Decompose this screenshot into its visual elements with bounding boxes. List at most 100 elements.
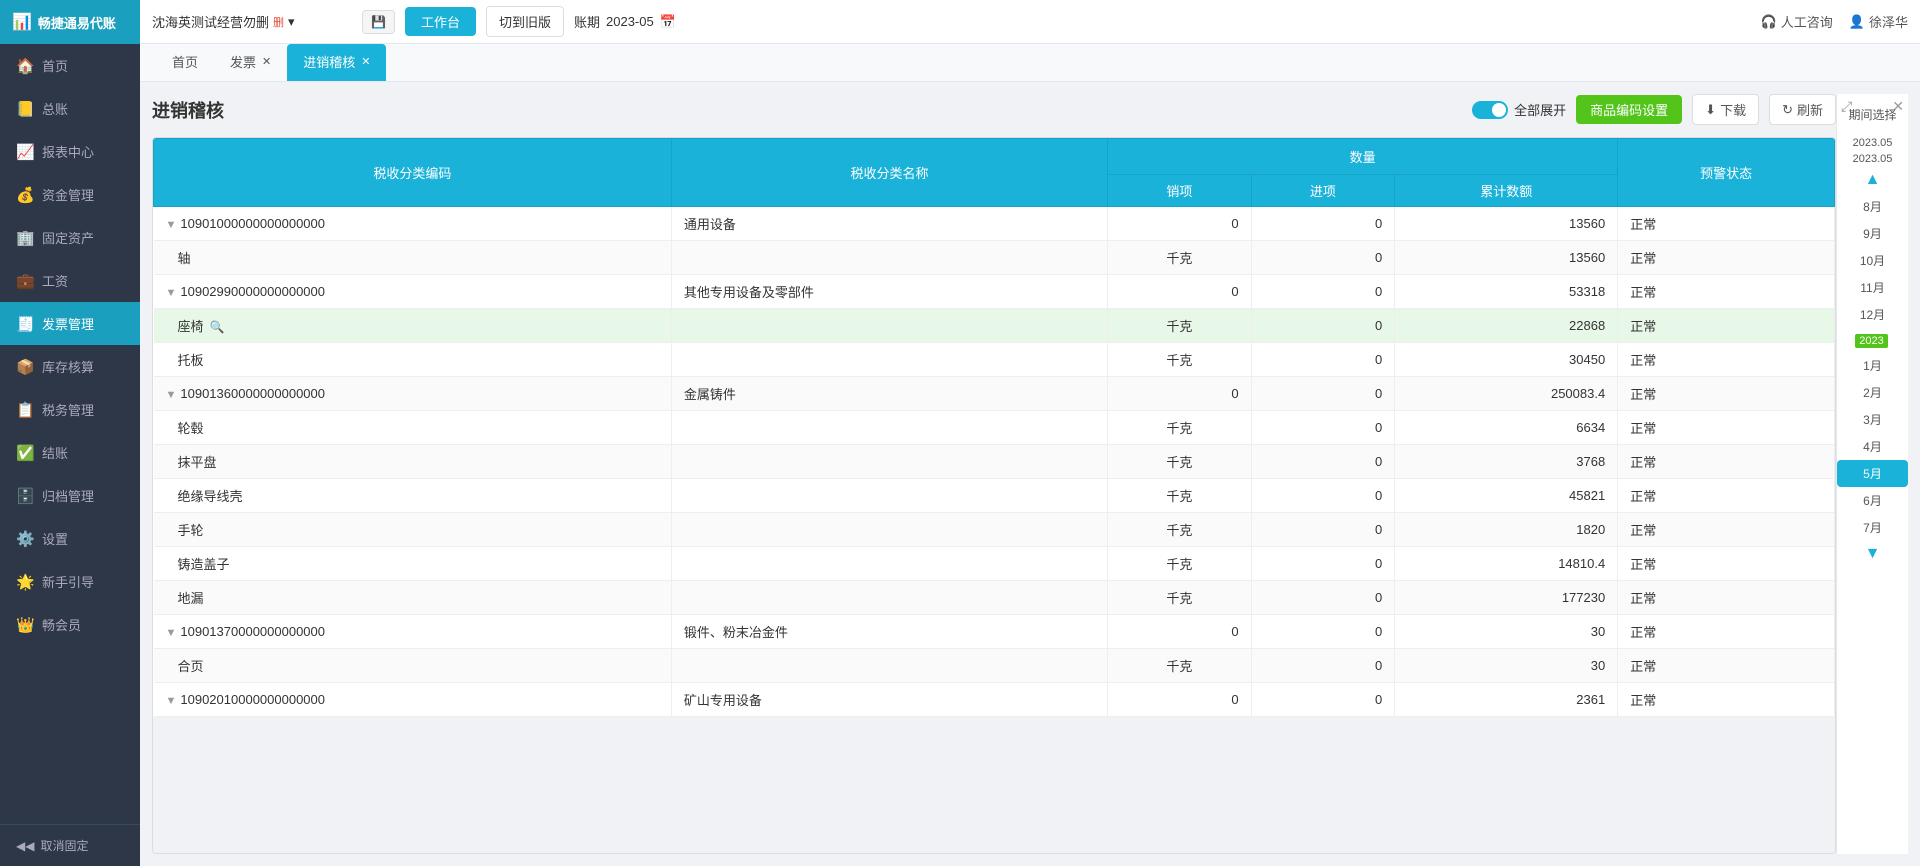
period-item-6[interactable]: 6月 xyxy=(1837,487,1908,514)
calendar-icon[interactable]: 📅 xyxy=(660,14,676,30)
row-unit: 千克 xyxy=(1108,581,1252,615)
switch-version-button[interactable]: 切到旧版 xyxy=(486,6,564,37)
sidebar-item-ledger[interactable]: 📒 总账 xyxy=(0,87,140,130)
sidebar-item-tax[interactable]: 📋 税务管理 xyxy=(0,388,140,431)
sidebar-item-inventory[interactable]: 📦 库存核算 xyxy=(0,345,140,388)
row-code: ▼10902990000000000000 xyxy=(154,275,672,309)
sidebar-item-label: 新手引导 xyxy=(42,572,94,591)
sidebar-item-invoice[interactable]: 🧾 发票管理 xyxy=(0,302,140,345)
table-row: 轮毂 千克 0 6634 正常 xyxy=(154,411,1835,445)
company-delete-tag: 删 xyxy=(273,14,284,30)
expand-icon[interactable]: ▼ xyxy=(166,627,177,639)
sidebar-item-reports[interactable]: 📈 报表中心 xyxy=(0,130,140,173)
table-row: 地漏 千克 0 177230 正常 xyxy=(154,581,1835,615)
row-name xyxy=(671,309,1107,343)
expand-icon[interactable]: ▼ xyxy=(166,287,177,299)
row-code: 铸造盖子 xyxy=(154,547,672,581)
unpin-icon: ◀◀ xyxy=(16,839,34,853)
sidebar-item-salary[interactable]: 💼 工资 xyxy=(0,259,140,302)
tab-invoice-close-icon[interactable]: ✕ xyxy=(262,55,271,68)
period-item-year-2023[interactable]: 2023 xyxy=(1837,328,1908,352)
sidebar-footer-unpin[interactable]: ◀◀ 取消固定 xyxy=(0,824,140,866)
period-item-1[interactable]: 1月 xyxy=(1837,352,1908,379)
period-item-4[interactable]: 4月 xyxy=(1837,433,1908,460)
refresh-btn[interactable]: ↻ 刷新 xyxy=(1769,94,1836,125)
tab-invoice-label: 发票 xyxy=(230,52,256,71)
row-sales: 0 xyxy=(1108,275,1252,309)
row-status: 正常 xyxy=(1618,683,1835,717)
period-item-11[interactable]: 11月 xyxy=(1837,274,1908,301)
save-button[interactable]: 💾 xyxy=(362,10,395,34)
table-body: ▼10901000000000000000 通用设备 0 0 13560 正常 … xyxy=(154,207,1835,717)
sidebar-item-guide[interactable]: 🌟 新手引导 xyxy=(0,560,140,603)
close-panel-button[interactable]: ✕ xyxy=(1892,98,1904,115)
tab-reconcile-close-icon[interactable]: ✕ xyxy=(361,55,370,68)
sidebar-item-home[interactable]: 🏠 首页 xyxy=(0,44,140,87)
company-selector[interactable]: 沈海英测试经营勿删 删 ▾ xyxy=(152,12,352,31)
archive-icon: 🗄️ xyxy=(16,487,34,505)
download-label: 下载 xyxy=(1720,100,1746,119)
row-status: 正常 xyxy=(1618,581,1835,615)
expand-icon[interactable]: ▼ xyxy=(166,389,177,401)
period-year-display-2: 2023.05 xyxy=(1849,151,1897,167)
period-item-2[interactable]: 2月 xyxy=(1837,379,1908,406)
sidebar-item-settle[interactable]: ✅ 结账 xyxy=(0,431,140,474)
row-name xyxy=(671,445,1107,479)
tab-reconcile[interactable]: 进销稽核 ✕ xyxy=(287,44,386,81)
row-status: 正常 xyxy=(1618,207,1835,241)
period-scroll-up-button[interactable]: ▲ xyxy=(1837,167,1908,193)
expand-toggle[interactable]: 全部展开 xyxy=(1472,100,1566,119)
page-title: 进销稽核 xyxy=(152,97,224,123)
year-tag: 2023 xyxy=(1855,334,1887,348)
period-item-9[interactable]: 9月 xyxy=(1837,220,1908,247)
sidebar-item-settings[interactable]: ⚙️ 设置 xyxy=(0,517,140,560)
sidebar-item-label: 首页 xyxy=(42,56,68,75)
sidebar-item-label: 固定资产 xyxy=(42,228,94,247)
sidebar-logo: 📊 畅捷通易代账 xyxy=(0,0,140,44)
sidebar-nav: 🏠 首页 📒 总账 📈 报表中心 💰 资金管理 🏢 固定资产 💼 工资 🧾 发票… xyxy=(0,44,140,824)
support-button[interactable]: 🎧 人工咨询 xyxy=(1761,12,1833,31)
ledger-icon: 📒 xyxy=(16,100,34,118)
download-btn[interactable]: ⬇ 下载 xyxy=(1692,94,1759,125)
tab-home[interactable]: 首页 xyxy=(156,44,214,81)
row-unit: 千克 xyxy=(1108,445,1252,479)
unpin-label: 取消固定 xyxy=(40,837,88,854)
cell-search-icon[interactable]: 🔍 xyxy=(210,320,225,334)
user-info[interactable]: 👤 徐泽华 xyxy=(1849,12,1908,31)
period-scroll-down-button[interactable]: ▼ xyxy=(1837,541,1908,567)
table-row: 抹平盘 千克 0 3768 正常 xyxy=(154,445,1835,479)
sidebar-item-fixed-assets[interactable]: 🏢 固定资产 xyxy=(0,216,140,259)
period-item-10[interactable]: 10月 xyxy=(1837,247,1908,274)
toggle-track[interactable] xyxy=(1472,101,1508,119)
row-sales: 0 xyxy=(1251,649,1395,683)
row-total: 30 xyxy=(1395,649,1618,683)
support-label: 人工咨询 xyxy=(1781,12,1833,31)
expand-panel-button[interactable]: ⤢ xyxy=(1841,98,1852,115)
workbench-button[interactable]: 工作台 xyxy=(405,7,476,36)
table-row: ▼10901360000000000000 金属铸件 0 0 250083.4 … xyxy=(154,377,1835,411)
period-value: 2023-05 xyxy=(606,14,654,29)
user-avatar-icon: 👤 xyxy=(1849,14,1865,30)
period-item-5[interactable]: 5月 xyxy=(1837,460,1908,487)
expand-icon[interactable]: ▼ xyxy=(166,219,177,231)
row-name xyxy=(671,649,1107,683)
sidebar-item-funds[interactable]: 💰 资金管理 xyxy=(0,173,140,216)
col-status-header: 预警状态 xyxy=(1618,139,1835,207)
period-item-3[interactable]: 3月 xyxy=(1837,406,1908,433)
support-icon: 🎧 xyxy=(1761,14,1777,30)
expand-icon[interactable]: ▼ xyxy=(166,695,177,707)
period-item-8[interactable]: 8月 xyxy=(1837,193,1908,220)
row-purchase: 0 xyxy=(1251,377,1395,411)
product-code-btn[interactable]: 商品编码设置 xyxy=(1576,95,1682,124)
sidebar: 📊 畅捷通易代账 🏠 首页 📒 总账 📈 报表中心 💰 资金管理 🏢 固定资产 … xyxy=(0,0,140,866)
tab-invoice[interactable]: 发票 ✕ xyxy=(214,44,287,81)
period-item-12[interactable]: 12月 xyxy=(1837,301,1908,328)
table-row: ▼10901000000000000000 通用设备 0 0 13560 正常 xyxy=(154,207,1835,241)
sidebar-item-member[interactable]: 👑 畅会员 xyxy=(0,603,140,646)
row-sales: 0 xyxy=(1251,445,1395,479)
period-item-7[interactable]: 7月 xyxy=(1837,514,1908,541)
toggle-label: 全部展开 xyxy=(1514,100,1566,119)
main-area: 沈海英测试经营勿删 删 ▾ 💾 工作台 切到旧版 账期 2023-05 📅 🎧 … xyxy=(140,0,1920,866)
sidebar-item-archive[interactable]: 🗄️ 归档管理 xyxy=(0,474,140,517)
row-status: 正常 xyxy=(1618,445,1835,479)
